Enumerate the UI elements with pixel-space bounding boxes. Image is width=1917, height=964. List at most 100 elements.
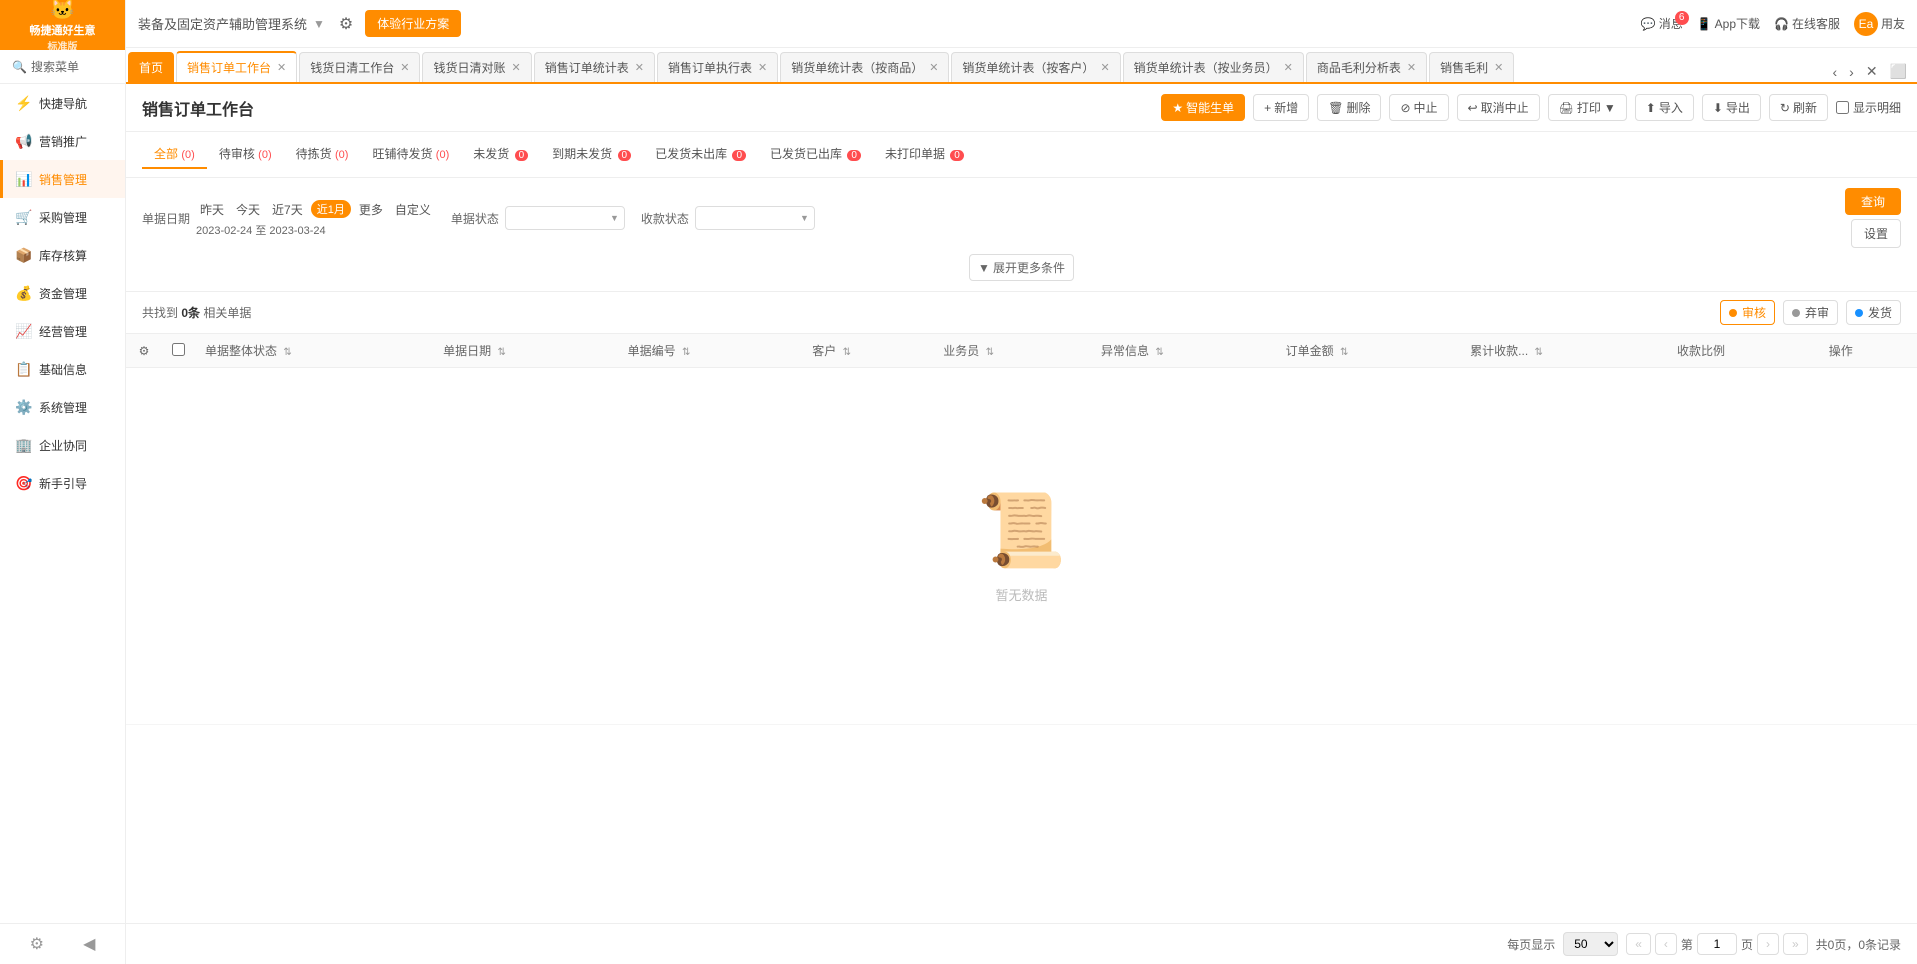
online-service-item[interactable]: 🎧 在线客服 [1774,15,1840,32]
tab-stats-customer-close[interactable]: ✕ [1100,61,1109,74]
th-settings[interactable]: ⚙ [126,334,162,368]
sidebar-item-finance[interactable]: 💰 资金管理 [0,274,125,312]
sort-date-icon[interactable]: ⇅ [497,347,505,358]
sort-status-icon[interactable]: ⇅ [283,347,291,358]
sort-customer-icon[interactable]: ⇅ [843,347,851,358]
print-btn[interactable]: 🖨 打印 ▼ [1548,94,1627,121]
sidebar-item-operations[interactable]: 📈 经营管理 [0,312,125,350]
sort-amount-icon[interactable]: ⇅ [1340,347,1348,358]
date-opt-7days[interactable]: 近7天 [268,199,307,220]
smart-create-btn[interactable]: ★ 智能生单 [1161,94,1245,121]
tab-stats-staff-close[interactable]: ✕ [1284,61,1293,74]
prev-page-btn[interactable]: ‹ [1655,933,1677,955]
refresh-btn[interactable]: ↻ 刷新 [1769,94,1828,121]
industry-btn[interactable]: 体验行业方案 [365,10,461,37]
query-btn[interactable]: 查询 [1845,188,1901,215]
tab-order-exec-close[interactable]: ✕ [758,61,767,74]
tab-stats-staff[interactable]: 销货单统计表（按业务员） ✕ [1123,52,1304,82]
expand-icon[interactable]: ▼ [313,17,325,31]
page-number-input[interactable] [1697,933,1737,955]
subtab-wangpu[interactable]: 旺铺待发货 (0) [360,140,461,169]
sidebar-item-basics[interactable]: 📋 基础信息 [0,350,125,388]
sort-number-icon[interactable]: ⇅ [682,347,690,358]
tab-sales-earn[interactable]: 销售毛利 ✕ [1429,52,1514,82]
subtab-shipped-not-out[interactable]: 已发货未出库 0 [643,140,758,169]
sidebar-item-guide[interactable]: 🎯 新手引导 [0,464,125,502]
cancel-stop-btn[interactable]: ↩ 取消中止 [1457,94,1540,121]
ship-action-btn[interactable]: 发货 [1846,300,1901,325]
date-opt-yesterday[interactable]: 昨天 [196,199,228,220]
subtab-all[interactable]: 全部 (0) [142,140,207,169]
subtab-pending-review[interactable]: 待审核 (0) [207,140,284,169]
subtab-pending-pick[interactable]: 待拣货 (0) [284,140,361,169]
tab-gross-profit-close[interactable]: ✕ [1407,61,1416,74]
subtab-not-printed[interactable]: 未打印单据 0 [873,140,976,169]
select-all-checkbox[interactable] [172,343,185,356]
unverify-action-btn[interactable]: 弃审 [1783,300,1838,325]
sidebar-item-quick-nav[interactable]: ⚡ 快捷导航 [0,84,125,122]
stop-btn[interactable]: ⊘ 中止 [1389,94,1448,121]
message-item[interactable]: 💬 消息 6 [1641,15,1683,32]
tab-home-label: 首页 [139,59,163,76]
next-page-btn[interactable]: › [1757,933,1779,955]
page-size-select[interactable]: 10 20 50 100 [1563,932,1618,956]
tab-order-exec[interactable]: 销售订单执行表 ✕ [657,52,778,82]
tab-close-all-btn[interactable]: ✕ [1862,61,1882,82]
payment-select[interactable] [695,206,815,230]
subtab-expired-not-shipped[interactable]: 到期未发货 0 [540,140,643,169]
th-checkbox[interactable] [162,334,195,368]
tab-cash-daily[interactable]: 钱货日清工作台 ✕ [299,52,420,82]
subtab-not-shipped[interactable]: 未发货 0 [461,140,540,169]
date-opt-custom[interactable]: 自定义 [391,199,435,220]
tab-sales-workbench-close[interactable]: ✕ [277,61,286,74]
last-page-btn[interactable]: » [1783,933,1808,955]
sidebar-item-marketing[interactable]: 📢 营销推广 [0,122,125,160]
subtab-shipped-out[interactable]: 已发货已出库 0 [758,140,873,169]
tab-gross-profit[interactable]: 商品毛利分析表 ✕ [1306,52,1427,82]
date-opt-more[interactable]: 更多 [355,199,387,220]
user-item[interactable]: Ea 用友 [1854,12,1905,36]
show-detail-checkbox[interactable] [1836,101,1849,114]
first-page-btn[interactable]: « [1626,933,1651,955]
sort-exception-icon[interactable]: ⇅ [1155,347,1163,358]
tab-stats-product-close[interactable]: ✕ [929,61,938,74]
tab-cash-reconcile-close[interactable]: ✕ [512,61,521,74]
tab-next-btn[interactable]: › [1845,62,1858,82]
sidebar-item-system[interactable]: ⚙️ 系统管理 [0,388,125,426]
date-opt-1month[interactable]: 近1月 [311,200,351,218]
refresh-icon: ↻ [1780,101,1790,115]
export-btn[interactable]: ⬇ 导出 [1702,94,1761,121]
settings-icon[interactable]: ⚙ [30,934,44,954]
sort-staff-icon[interactable]: ⇅ [986,347,994,358]
tab-home[interactable]: 首页 [128,52,174,82]
sidebar-item-purchase[interactable]: 🛒 采购管理 [0,198,125,236]
tab-stats-customer[interactable]: 销货单统计表（按客户） ✕ [951,52,1120,82]
show-detail-label[interactable]: 显示明细 [1836,99,1901,116]
tab-sales-workbench[interactable]: 销售订单工作台 ✕ [176,51,297,84]
sidebar-item-sales[interactable]: 📊 销售管理 [0,160,125,198]
tab-cash-daily-close[interactable]: ✕ [400,61,409,74]
import-btn[interactable]: ⬆ 导入 [1635,94,1694,121]
sidebar-search[interactable]: 🔍 搜索菜单 [0,50,125,84]
tab-order-stats-close[interactable]: ✕ [635,61,644,74]
tab-sales-earn-close[interactable]: ✕ [1494,61,1503,74]
set-btn[interactable]: 设置 [1851,219,1901,248]
ship-label: 发货 [1868,304,1892,321]
settings-gear-icon[interactable]: ⚙ [339,14,353,34]
delete-btn[interactable]: 🗑 删除 [1317,94,1381,121]
sidebar-item-inventory[interactable]: 📦 库存核算 [0,236,125,274]
review-action-btn[interactable]: 审核 [1720,300,1775,325]
sort-received-icon[interactable]: ⇅ [1535,347,1543,358]
tab-maximize-btn[interactable]: ⬜ [1886,61,1911,82]
expand-more-btn[interactable]: ▼ 展开更多条件 [969,254,1074,281]
add-btn[interactable]: + 新增 [1253,94,1309,121]
collapse-icon[interactable]: ◀ [83,934,95,954]
sidebar-item-enterprise[interactable]: 🏢 企业协同 [0,426,125,464]
tab-prev-btn[interactable]: ‹ [1828,62,1841,82]
tab-order-stats[interactable]: 销售订单统计表 ✕ [534,52,655,82]
tab-cash-reconcile[interactable]: 钱货日清对账 ✕ [422,52,531,82]
tab-stats-product[interactable]: 销货单统计表（按商品） ✕ [780,52,949,82]
status-select[interactable] [505,206,625,230]
date-opt-today[interactable]: 今天 [232,199,264,220]
app-download-item[interactable]: 📱 App下载 [1697,15,1760,32]
